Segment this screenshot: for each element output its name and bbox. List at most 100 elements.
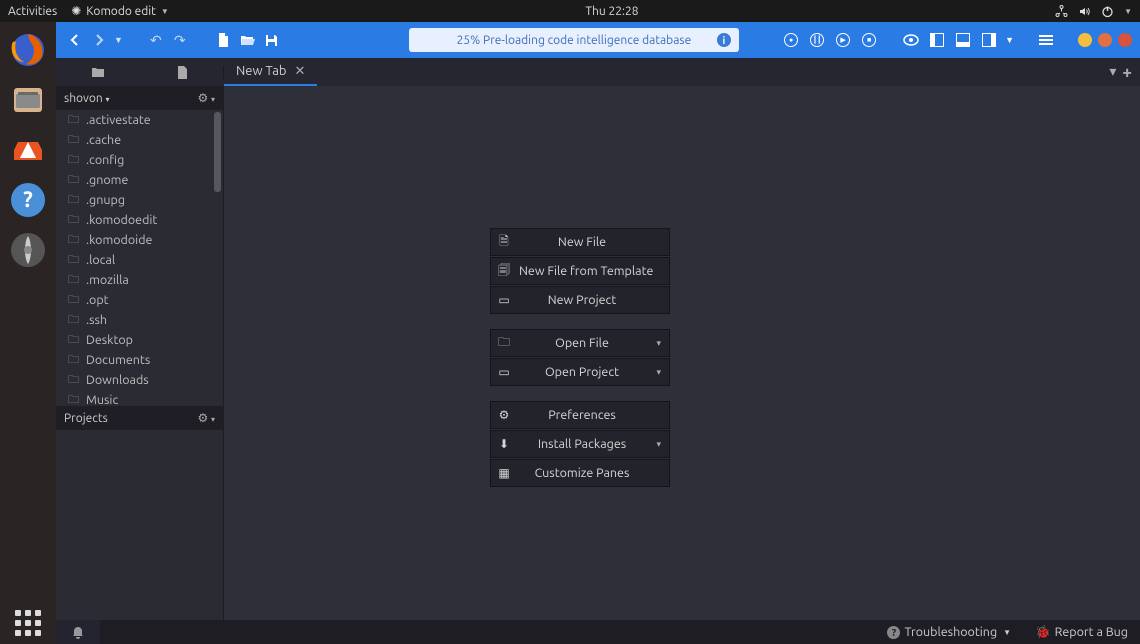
- tree-item[interactable]: 🗀 .config: [56, 150, 223, 170]
- dock-software[interactable]: [6, 128, 50, 172]
- play-macro-button[interactable]: ▶: [833, 30, 853, 50]
- undo-button[interactable]: ↶: [145, 29, 167, 51]
- toggle-left-pane-button[interactable]: [927, 30, 947, 50]
- chevron-down-icon[interactable]: ▼: [1124, 7, 1132, 16]
- gear-icon[interactable]: ⚙ ▾: [197, 91, 215, 105]
- folder-icon: 🗀: [68, 391, 80, 407]
- start-label: Open File: [517, 336, 669, 350]
- new-project-button[interactable]: ▭ New Project: [490, 286, 670, 314]
- troubleshooting-button[interactable]: ? Troubleshooting ▼: [875, 620, 1023, 644]
- start-label: Open Project: [517, 365, 669, 379]
- toggle-right-pane-button[interactable]: [979, 30, 999, 50]
- save-button[interactable]: [261, 29, 283, 51]
- tree-item[interactable]: 🗀 Downloads: [56, 370, 223, 390]
- record-macro-button[interactable]: ●: [781, 30, 801, 50]
- folder-icon: 🗀: [68, 311, 80, 330]
- forward-button[interactable]: [88, 29, 110, 51]
- open-project-button[interactable]: ▭ Open Project: [490, 358, 670, 386]
- gear-icon[interactable]: ⚙ ▾: [197, 411, 215, 425]
- folder-icon: 🗀: [68, 191, 80, 210]
- notifications-icon[interactable]: [56, 620, 100, 644]
- new-file-button[interactable]: 🗎 New File: [490, 228, 670, 256]
- add-tab-icon[interactable]: +: [1122, 63, 1132, 82]
- back-button[interactable]: [64, 29, 86, 51]
- app-menu[interactable]: ✺ Komodo edit ▼: [71, 4, 169, 18]
- sidebar-projects-header[interactable]: Projects ⚙ ▾: [56, 406, 223, 430]
- folder-icon: 🗀: [68, 371, 80, 390]
- network-icon[interactable]: [1055, 5, 1068, 18]
- tab-list-icon[interactable]: ▾: [1109, 63, 1116, 82]
- tree-item[interactable]: 🗀Documents: [56, 350, 223, 370]
- new-file-button[interactable]: [213, 29, 235, 51]
- clock[interactable]: Thu 22:28: [169, 5, 1055, 18]
- komodo-window: ▼ ↶ ↷ 25% Pre-loading code intelligence …: [56, 22, 1140, 644]
- volume-icon[interactable]: [1078, 5, 1091, 18]
- tree-item[interactable]: 🗀.komodoedit: [56, 210, 223, 230]
- tree-item[interactable]: 🗀.activestate: [56, 110, 223, 130]
- tree-item[interactable]: 🗀.ssh: [56, 310, 223, 330]
- sidebar-root-header[interactable]: shovon ▾ ⚙ ▾: [56, 86, 223, 110]
- status-dot-orange[interactable]: [1098, 33, 1112, 47]
- tab-label: New Tab: [236, 64, 287, 78]
- tree-item-label: Downloads: [86, 373, 149, 387]
- tree-item[interactable]: 🗀.gnupg: [56, 190, 223, 210]
- tree-item-label: .config: [86, 153, 124, 167]
- tree-item[interactable]: 🗀Desktop: [56, 330, 223, 350]
- dock-komodo[interactable]: [6, 228, 50, 272]
- close-icon[interactable]: ✕: [295, 64, 306, 79]
- info-icon[interactable]: i: [717, 33, 731, 47]
- install-packages-button[interactable]: ⬇ Install Packages: [490, 430, 670, 458]
- tab-new-tab[interactable]: New Tab ✕: [224, 58, 317, 86]
- help-icon: ?: [887, 626, 900, 639]
- activities-button[interactable]: Activities: [8, 5, 57, 18]
- start-label: Customize Panes: [517, 466, 669, 480]
- toggle-bottom-pane-button[interactable]: [953, 30, 973, 50]
- file-tree[interactable]: 🗀.activestate🗀.cache🗀.config🗀.gnome🗀.gnu…: [56, 110, 223, 406]
- tree-item-label: .opt: [86, 293, 109, 307]
- folder-icon: 🗀: [68, 151, 80, 170]
- dock-files[interactable]: [6, 78, 50, 122]
- progress-text: 25% Pre-loading code intelligence databa…: [457, 34, 692, 47]
- folder-icon: 🗀: [68, 171, 80, 190]
- tree-item[interactable]: 🗀.mozilla: [56, 270, 223, 290]
- scrollbar[interactable]: [214, 112, 221, 192]
- show-applications[interactable]: [15, 610, 41, 636]
- redo-button[interactable]: ↷: [169, 29, 191, 51]
- folder-icon: 🗀: [68, 331, 80, 350]
- tree-item[interactable]: 🗀.local: [56, 250, 223, 270]
- status-dot-red[interactable]: [1118, 33, 1132, 47]
- save-macro-button[interactable]: ■: [859, 30, 879, 50]
- dock-firefox[interactable]: [6, 28, 50, 72]
- start-page-menu: 🗎 New File 🗐 New File from Template ▭ Ne…: [490, 228, 670, 502]
- editor-area: 🗎 New File 🗐 New File from Template ▭ Ne…: [224, 86, 1140, 620]
- menu-button[interactable]: [1036, 30, 1056, 50]
- chevron-down-icon[interactable]: ▼: [1005, 35, 1014, 45]
- status-label: Report a Bug: [1055, 625, 1128, 639]
- tree-item[interactable]: 🗀.gnome: [56, 170, 223, 190]
- folder-icon: 🗀: [68, 291, 80, 310]
- focus-mode-button[interactable]: [901, 30, 921, 50]
- new-file-from-template-button[interactable]: 🗐 New File from Template: [490, 257, 670, 285]
- tree-item[interactable]: 🗀.cache: [56, 130, 223, 150]
- tree-item[interactable]: 🗀Music: [56, 390, 223, 406]
- tree-item[interactable]: 🗀 .opt: [56, 290, 223, 310]
- preferences-button[interactable]: ⚙ Preferences: [490, 401, 670, 429]
- tree-item-label: .komodoide: [86, 233, 152, 247]
- open-button[interactable]: [237, 29, 259, 51]
- dock-help[interactable]: ?: [6, 178, 50, 222]
- projects-label: Projects: [64, 412, 108, 425]
- file-tab-icon[interactable]: [177, 66, 188, 79]
- pause-macro-button[interactable]: ┃┃: [807, 30, 827, 50]
- report-bug-button[interactable]: 🐞 Report a Bug: [1023, 620, 1140, 644]
- power-icon[interactable]: [1101, 5, 1114, 18]
- open-file-button[interactable]: 🗀 Open File: [490, 329, 670, 357]
- tab-strip: New Tab ✕ ▾ +: [56, 58, 1140, 86]
- chevron-down-icon[interactable]: ▼: [114, 35, 123, 45]
- tree-item-label: .activestate: [86, 113, 151, 127]
- start-label: Preferences: [517, 408, 669, 422]
- tree-item[interactable]: 🗀.komodoide: [56, 230, 223, 250]
- customize-panes-button[interactable]: ▦ Customize Panes: [490, 459, 670, 487]
- status-label: Troubleshooting: [904, 625, 997, 639]
- places-tab-icon[interactable]: [91, 66, 106, 78]
- status-dot-yellow[interactable]: [1078, 33, 1092, 47]
